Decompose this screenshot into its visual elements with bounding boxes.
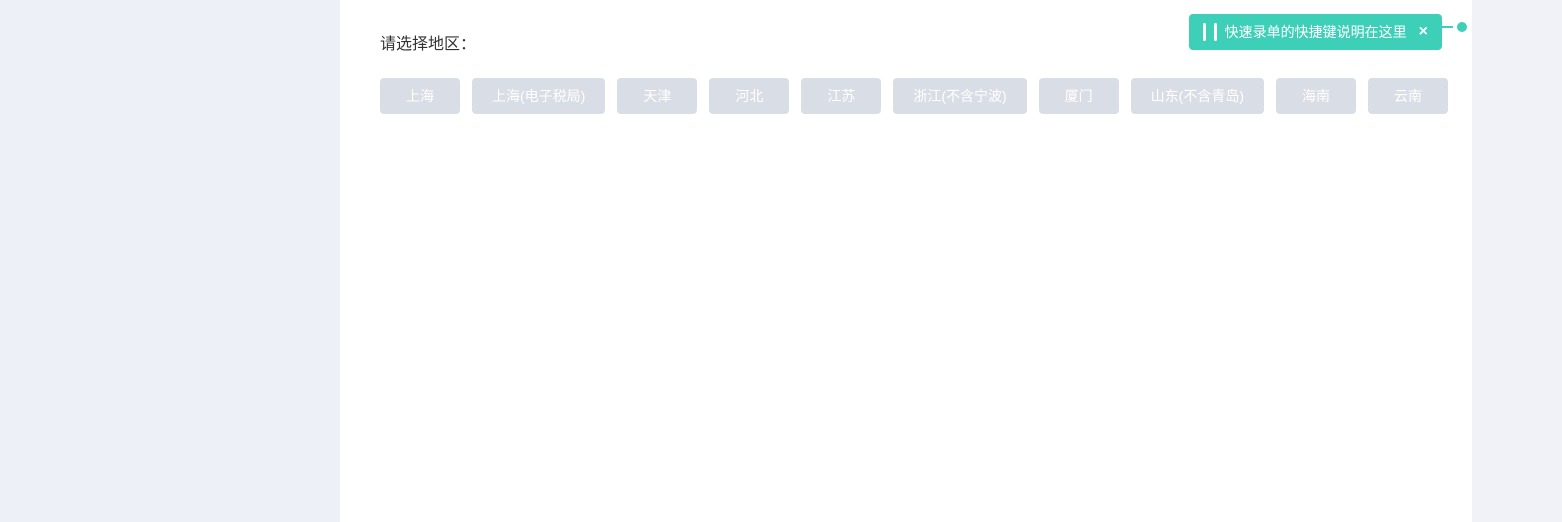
region-btn-shandong[interactable]: 山东(不含青岛) <box>1131 78 1264 114</box>
dot-circle <box>1457 22 1467 32</box>
region-buttons-container: 上海上海(电子税局) 天津河北江苏浙江(不含宁波) 厦门山东(不含青岛) 海南云南 <box>380 78 1522 114</box>
region-btn-jiangsu[interactable]: 江苏 <box>801 78 881 114</box>
tooltip-bar-icon <box>1214 23 1217 41</box>
region-btn-xiamen[interactable]: 厦门 <box>1039 78 1119 114</box>
right-sidebar <box>1472 0 1562 522</box>
left-sidebar <box>0 0 340 522</box>
tooltip-text: 快速录单的快捷键说明在这里 <box>1225 22 1407 42</box>
region-btn-hebei[interactable]: 河北 <box>709 78 789 114</box>
region-btn-hainan[interactable]: 海南 <box>1276 78 1356 114</box>
tooltip-close-button[interactable]: × <box>1419 24 1428 40</box>
tooltip-banner: 快速录单的快捷键说明在这里 × <box>1189 14 1442 50</box>
region-btn-zhejiang[interactable]: 浙江(不含宁波) <box>893 78 1026 114</box>
region-btn-shanghai[interactable]: 上海 <box>380 78 460 114</box>
region-btn-shanghai-etax[interactable]: 上海(电子税局) <box>472 78 605 114</box>
region-btn-tianjin[interactable]: 天津 <box>617 78 697 114</box>
region-btn-yunnan[interactable]: 云南 <box>1368 78 1448 114</box>
main-content: 请选择地区： 上海上海(电子税局)天津河北江苏浙江(不含宁波)厦门山东(不含青岛… <box>340 0 1562 522</box>
